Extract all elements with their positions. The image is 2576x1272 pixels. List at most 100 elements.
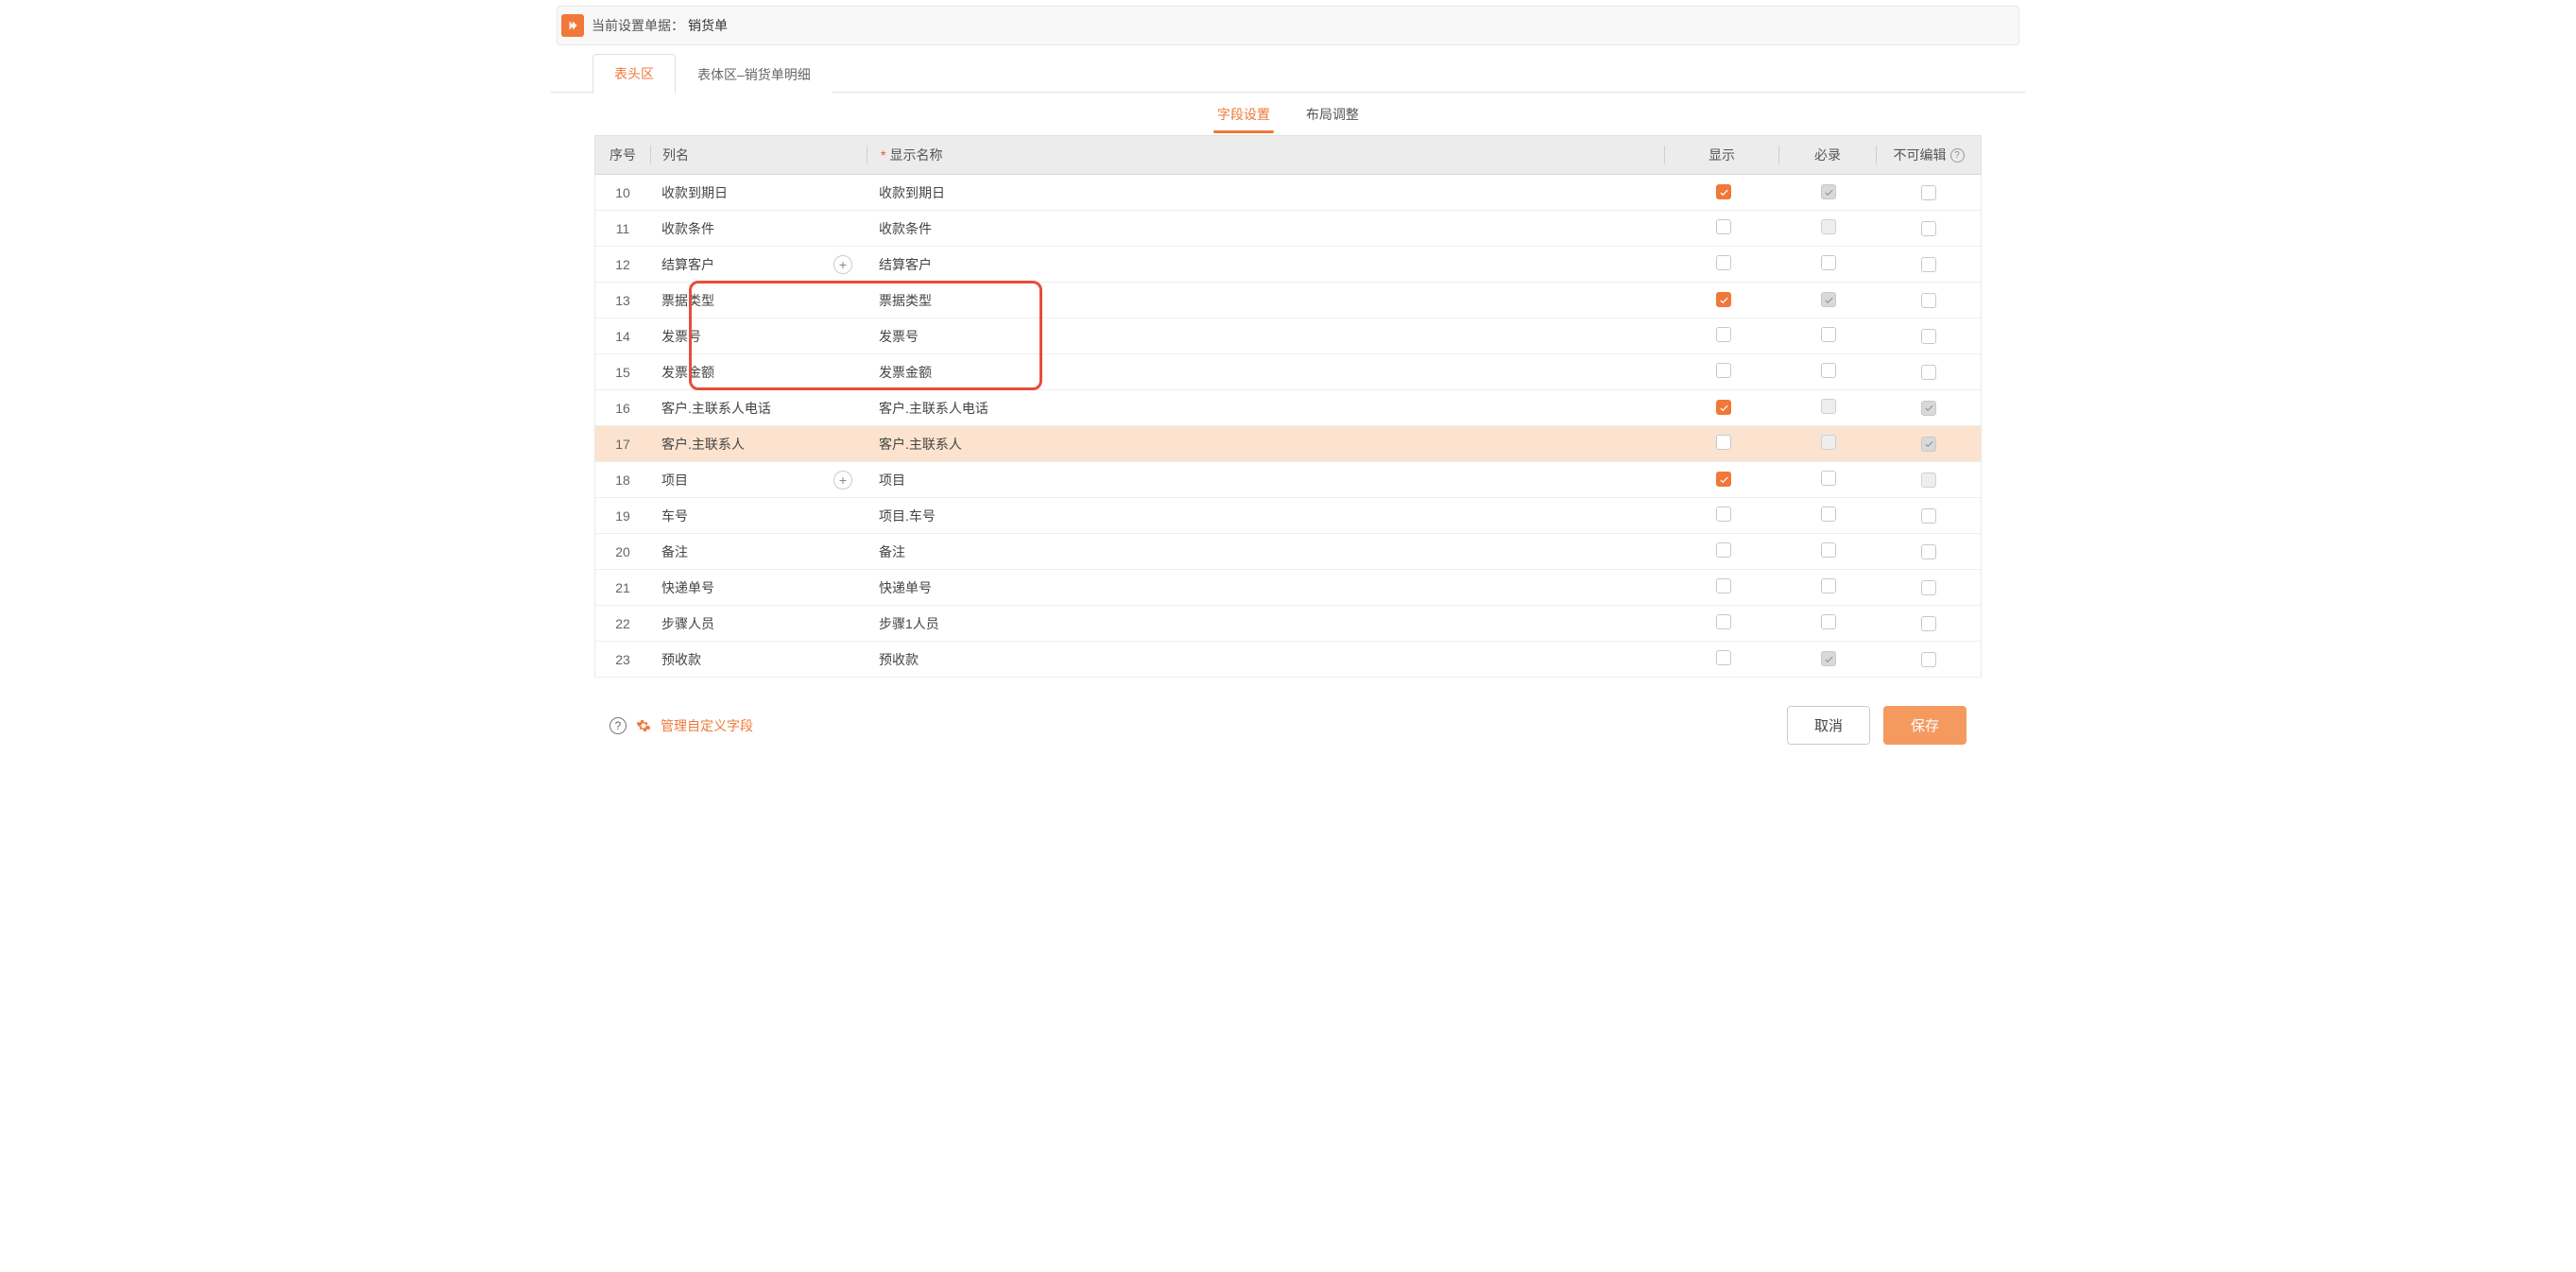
cell-display-name[interactable]: 步骤1人员: [866, 614, 1667, 633]
checkbox-required[interactable]: [1821, 614, 1836, 629]
cell-display-name[interactable]: 备注: [866, 542, 1667, 561]
checkbox-required: [1821, 219, 1836, 234]
checkbox-show[interactable]: [1716, 578, 1731, 593]
checkbox-required[interactable]: [1821, 255, 1836, 270]
cell-seq: 22: [595, 616, 650, 631]
checkbox-required: [1821, 292, 1836, 307]
cell-readonly: [1877, 437, 1981, 452]
checkbox-show[interactable]: [1716, 472, 1731, 487]
checkbox-show[interactable]: [1716, 255, 1731, 270]
checkbox-readonly[interactable]: [1921, 544, 1936, 559]
cell-display-name[interactable]: 项目: [866, 471, 1667, 490]
checkbox-readonly[interactable]: [1921, 580, 1936, 595]
field-table: 序号 列名 *显示名称 显示 必录 不可编辑 ? 10收款到期日收款到期日11收…: [594, 135, 1982, 678]
checkbox-required[interactable]: [1821, 471, 1836, 486]
cell-required: [1780, 542, 1877, 560]
th-display-name: *显示名称: [867, 146, 1664, 164]
table-row[interactable]: 22步骤人员步骤1人员: [595, 606, 1981, 642]
table-row[interactable]: 21快递单号快递单号: [595, 570, 1981, 606]
cell-col-name: 结算客户+: [650, 255, 866, 274]
cell-display-name[interactable]: 收款条件: [866, 219, 1667, 238]
table-row[interactable]: 13票据类型票据类型: [595, 283, 1981, 318]
table-row[interactable]: 14发票号发票号: [595, 318, 1981, 354]
cell-required: [1780, 651, 1877, 667]
cell-display-name[interactable]: 客户.主联系人: [866, 435, 1667, 454]
cell-display-name[interactable]: 收款到期日: [866, 183, 1667, 202]
cell-seq: 14: [595, 329, 650, 344]
table-row[interactable]: 16客户.主联系人电话客户.主联系人电话: [595, 390, 1981, 426]
subtab-layout-adjust[interactable]: 布局调整: [1302, 97, 1363, 131]
checkbox-readonly[interactable]: [1921, 257, 1936, 272]
table-row[interactable]: 23预收款预收款: [595, 642, 1981, 678]
checkbox-readonly[interactable]: [1921, 508, 1936, 524]
cell-col-name: 快递单号: [650, 578, 866, 597]
checkbox-show[interactable]: [1716, 292, 1731, 307]
help-icon[interactable]: ?: [1950, 148, 1965, 163]
checkbox-readonly: [1921, 473, 1936, 488]
table-row[interactable]: 10收款到期日收款到期日: [595, 175, 1981, 211]
checkbox-show[interactable]: [1716, 435, 1731, 450]
footer-bar: ? 管理自定义字段 取消 保存: [594, 693, 1982, 758]
table-row[interactable]: 12结算客户+结算客户: [595, 247, 1981, 283]
table-row[interactable]: 11收款条件收款条件: [595, 211, 1981, 247]
cell-readonly: [1877, 580, 1981, 595]
cell-seq: 12: [595, 257, 650, 272]
cell-display-name[interactable]: 票据类型: [866, 291, 1667, 310]
gear-icon: [636, 718, 651, 733]
checkbox-readonly: [1921, 437, 1936, 452]
table-row[interactable]: 19车号项目.车号: [595, 498, 1981, 534]
cell-display-name[interactable]: 发票金额: [866, 363, 1667, 382]
tab-body-area[interactable]: 表体区–销货单明细: [676, 55, 833, 94]
checkbox-show[interactable]: [1716, 363, 1731, 378]
checkbox-readonly[interactable]: [1921, 652, 1936, 667]
cell-display-name[interactable]: 发票号: [866, 327, 1667, 346]
checkbox-readonly[interactable]: [1921, 365, 1936, 380]
manage-custom-fields-link[interactable]: 管理自定义字段: [661, 716, 753, 735]
checkbox-required[interactable]: [1821, 363, 1836, 378]
cell-display-name[interactable]: 结算客户: [866, 255, 1667, 274]
cell-show: [1667, 292, 1780, 308]
cell-display-name[interactable]: 项目.车号: [866, 507, 1667, 525]
table-row[interactable]: 20备注备注: [595, 534, 1981, 570]
checkbox-show[interactable]: [1716, 542, 1731, 558]
checkbox-required[interactable]: [1821, 327, 1836, 342]
checkbox-required[interactable]: [1821, 542, 1836, 558]
tab-header-area[interactable]: 表头区: [592, 54, 676, 94]
cell-required: [1780, 471, 1877, 489]
table-row[interactable]: 18项目+项目: [595, 462, 1981, 498]
subtab-field-settings[interactable]: 字段设置: [1213, 97, 1274, 131]
add-child-button[interactable]: +: [833, 255, 852, 274]
add-child-button[interactable]: +: [833, 471, 852, 490]
cancel-button[interactable]: 取消: [1787, 706, 1870, 745]
cell-col-name: 客户.主联系人: [650, 435, 866, 454]
checkbox-show[interactable]: [1716, 507, 1731, 522]
checkbox-readonly[interactable]: [1921, 329, 1936, 344]
checkbox-readonly[interactable]: [1921, 221, 1936, 236]
cell-seq: 15: [595, 365, 650, 380]
checkbox-readonly[interactable]: [1921, 616, 1936, 631]
cell-show: [1667, 578, 1780, 596]
checkbox-show[interactable]: [1716, 614, 1731, 629]
cell-show: [1667, 327, 1780, 345]
cell-seq: 20: [595, 544, 650, 559]
cell-show: [1667, 614, 1780, 632]
checkbox-required[interactable]: [1821, 507, 1836, 522]
save-button[interactable]: 保存: [1883, 706, 1966, 745]
cell-display-name[interactable]: 预收款: [866, 650, 1667, 669]
cell-display-name[interactable]: 客户.主联系人电话: [866, 399, 1667, 418]
table-row[interactable]: 17客户.主联系人客户.主联系人: [595, 426, 1981, 462]
cell-col-name: 收款条件: [650, 219, 866, 238]
checkbox-show[interactable]: [1716, 219, 1731, 234]
expand-panel-button[interactable]: [561, 14, 584, 37]
checkbox-show[interactable]: [1716, 400, 1731, 415]
checkbox-show[interactable]: [1716, 327, 1731, 342]
checkbox-readonly[interactable]: [1921, 293, 1936, 308]
checkbox-required[interactable]: [1821, 578, 1836, 593]
checkbox-show[interactable]: [1716, 184, 1731, 199]
cell-col-name: 发票金额: [650, 363, 866, 382]
help-circle-icon[interactable]: ?: [610, 717, 627, 734]
checkbox-show[interactable]: [1716, 650, 1731, 665]
table-row[interactable]: 15发票金额发票金额: [595, 354, 1981, 390]
checkbox-readonly[interactable]: [1921, 185, 1936, 200]
cell-display-name[interactable]: 快递单号: [866, 578, 1667, 597]
